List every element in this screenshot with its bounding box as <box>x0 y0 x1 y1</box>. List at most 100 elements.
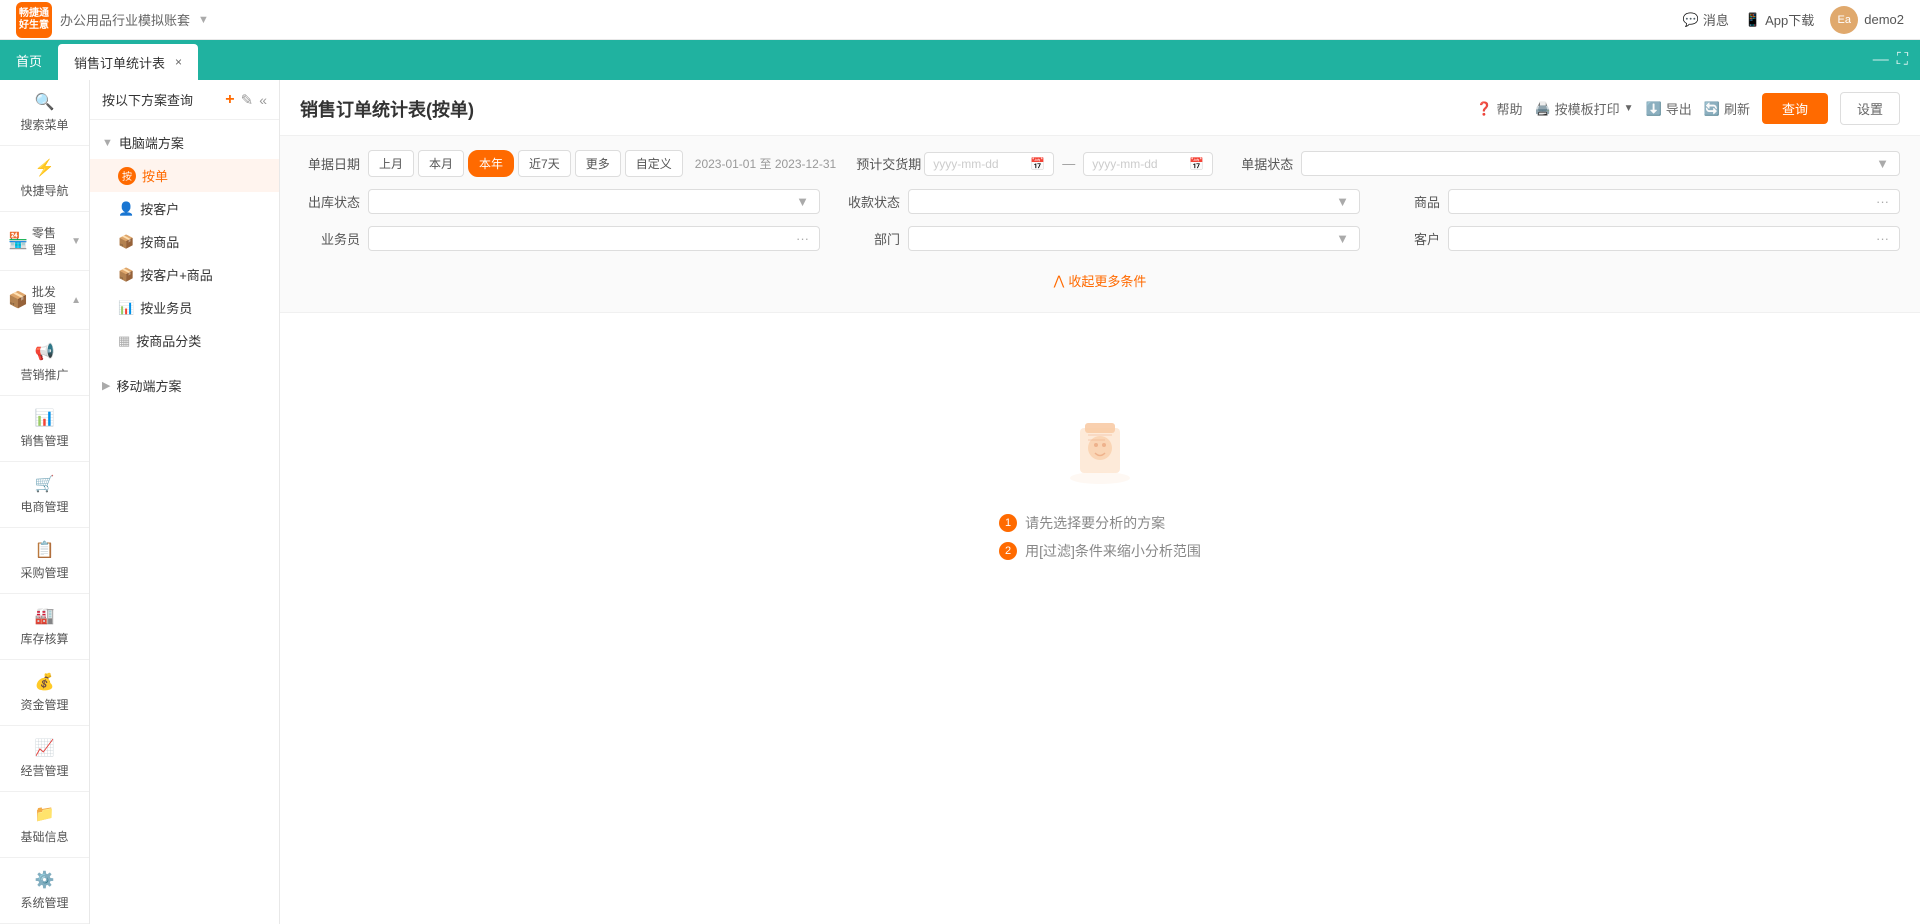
bill-status-select[interactable]: ▼ <box>1301 151 1900 176</box>
tab-bar-right: — ⛶ <box>1873 40 1920 80</box>
top-bar-title: 办公用品行业模拟账套 <box>60 10 190 29</box>
expected-date-start[interactable]: yyyy-mm-dd 📅 <box>924 152 1054 176</box>
add-scheme-btn[interactable]: + <box>225 91 234 109</box>
date-range-text: 2023-01-01 至 2023-12-31 <box>695 155 836 172</box>
inventory-icon: 🏭 <box>35 606 55 626</box>
app-download-btn[interactable]: 📱 App下载 <box>1745 10 1814 29</box>
export-icon: ⬇️ <box>1646 101 1662 117</box>
top-bar-right: 💬 消息 📱 App下载 Ea demo2 <box>1683 6 1904 34</box>
tree-node-by-goods[interactable]: 📦 按商品 <box>90 225 279 258</box>
refresh-btn[interactable]: 🔄 刷新 <box>1704 99 1750 118</box>
sidebar: 🔍 搜索菜单 ⚡ 快捷导航 🏪 零售管理 ▼ 📦 批发管理 ▲ 📢 营销推广 📊… <box>0 80 90 924</box>
tree-node-by-category[interactable]: ▦ 按商品分类 <box>90 324 279 357</box>
receipt-status-arrow: ▼ <box>1336 194 1349 209</box>
export-btn[interactable]: ⬇️ 导出 <box>1646 99 1692 118</box>
sidebar-item-inventory[interactable]: 🏭 库存核算 <box>0 594 89 660</box>
goods-input[interactable]: ··· <box>1448 189 1900 214</box>
customer-input[interactable]: ··· <box>1448 226 1900 251</box>
date-separator: — <box>1062 156 1075 171</box>
purchase-icon: 📋 <box>35 540 55 560</box>
dept-select[interactable]: ▼ <box>908 226 1360 251</box>
empty-state: 1 请先选择要分析的方案 2 用[过滤]条件来缩小分析范围 <box>280 313 1920 641</box>
salesman-more-icon: ··· <box>796 231 809 246</box>
empty-tip-1: 1 请先选择要分析的方案 <box>999 513 1201 533</box>
setting-btn[interactable]: 设置 <box>1840 92 1900 125</box>
sidebar-item-system[interactable]: ⚙️ 系统管理 <box>0 858 89 924</box>
search-btn[interactable]: 查询 <box>1762 93 1828 124</box>
expected-date-end[interactable]: yyyy-mm-dd 📅 <box>1083 152 1213 176</box>
filter-col-expected-date: 预计交货期 yyyy-mm-dd 📅 — yyyy-mm-dd 📅 <box>856 152 1213 176</box>
date-btn-this-year[interactable]: 本年 <box>468 150 514 177</box>
tab-maximize-icon[interactable]: ⛶ <box>1897 51 1908 69</box>
tab-sales-order[interactable]: 销售订单统计表 × <box>58 44 198 80</box>
tree-node-pc[interactable]: ▼ 电脑端方案 <box>90 126 279 159</box>
retail-icon: 🏪 <box>8 231 28 251</box>
date-btn-this-month[interactable]: 本月 <box>418 150 464 177</box>
print-btn[interactable]: 🖨️ 按模板打印 ▼ <box>1534 99 1633 118</box>
left-panel-header: 按以下方案查询 + ✎ « <box>90 80 279 120</box>
sidebar-item-retail[interactable]: 🏪 零售管理 ▼ <box>0 212 89 271</box>
marketing-icon: 📢 <box>35 342 55 362</box>
user-avatar-btn[interactable]: Ea demo2 <box>1830 6 1904 34</box>
tab-bar: 首页 销售订单统计表 × — ⛶ <box>0 40 1920 80</box>
dept-arrow: ▼ <box>1336 231 1349 246</box>
ship-status-label: 出库状态 <box>300 192 360 211</box>
collapse-panel-btn[interactable]: « <box>259 92 267 108</box>
calendar-icon-2: 📅 <box>1189 157 1204 171</box>
collapse-icon: ⋀ <box>1054 273 1065 289</box>
date-btn-7days[interactable]: 近7天 <box>518 150 571 177</box>
content-area: 销售订单统计表(按单) ❓ 帮助 🖨️ 按模板打印 ▼ ⬇️ 导出 🔄 刷新 <box>280 80 1920 924</box>
sidebar-item-operation[interactable]: 📈 经营管理 <box>0 726 89 792</box>
sidebar-item-finance[interactable]: 💰 资金管理 <box>0 660 89 726</box>
filter-col-customer: 客户 ··· <box>1380 226 1900 251</box>
filter-col-dept: 部门 ▼ <box>840 226 1360 251</box>
goods-label: 商品 <box>1380 192 1440 211</box>
receipt-status-select[interactable]: ▼ <box>908 189 1360 214</box>
sidebar-item-search[interactable]: 🔍 搜索菜单 <box>0 80 89 146</box>
filter-col-ship-status: 出库状态 ▼ <box>300 189 820 214</box>
sidebar-item-marketing[interactable]: 📢 营销推广 <box>0 330 89 396</box>
tree-expand-icon: ▼ <box>102 137 113 149</box>
tab-minimize-icon[interactable]: — <box>1873 51 1889 69</box>
sidebar-item-quick-nav[interactable]: ⚡ 快捷导航 <box>0 146 89 212</box>
date-btn-custom[interactable]: 自定义 <box>625 150 683 177</box>
system-icon: ⚙️ <box>35 870 55 890</box>
top-title-arrow[interactable]: ▼ <box>198 14 209 26</box>
tab-close-btn[interactable]: × <box>175 55 182 69</box>
tree-node-by-salesman[interactable]: 📊 按业务员 <box>90 291 279 324</box>
tree-node-by-bill[interactable]: 按 按单 <box>90 159 279 192</box>
date-btn-more[interactable]: 更多 <box>575 150 621 177</box>
message-btn[interactable]: 💬 消息 <box>1683 10 1729 29</box>
tree-node-by-customer[interactable]: 👤 按客户 <box>90 192 279 225</box>
wholesale-arrow: ▲ <box>71 295 81 306</box>
sidebar-item-basic[interactable]: 📁 基础信息 <box>0 792 89 858</box>
filter-col-salesman: 业务员 ··· <box>300 226 820 251</box>
help-btn[interactable]: ❓ 帮助 <box>1476 99 1522 118</box>
bill-status-label: 单据状态 <box>1233 154 1293 173</box>
edit-scheme-btn[interactable]: ✎ <box>241 91 254 109</box>
avatar: Ea <box>1830 6 1858 34</box>
filter-col-date: 单据日期 上月 本月 本年 近7天 更多 自定义 2023-01-01 至 20… <box>300 150 836 177</box>
calendar-icon-1: 📅 <box>1030 157 1045 171</box>
sidebar-item-purchase[interactable]: 📋 采购管理 <box>0 528 89 594</box>
tab-home[interactable]: 首页 <box>0 40 58 80</box>
tree-node-mobile[interactable]: ▶ 移动端方案 <box>90 369 279 402</box>
tree-node-by-customer-goods[interactable]: 📦 按客户+商品 <box>90 258 279 291</box>
category-node-icon: ▦ <box>118 333 130 349</box>
sidebar-item-wholesale[interactable]: 📦 批发管理 ▲ <box>0 271 89 330</box>
collapse-more-btn[interactable]: ⋀ 收起更多条件 <box>300 263 1900 298</box>
sidebar-item-sales[interactable]: 📊 销售管理 <box>0 396 89 462</box>
quick-nav-icon: ⚡ <box>35 158 55 178</box>
expected-date-label: 预计交货期 <box>856 154 916 173</box>
goods-node-icon: 📦 <box>118 234 134 250</box>
ship-status-select[interactable]: ▼ <box>368 189 820 214</box>
ecommerce-icon: 🛒 <box>35 474 55 494</box>
filter-col-receipt-status: 收款状态 ▼ <box>840 189 1360 214</box>
top-bar: 畅捷通好生意 办公用品行业模拟账套 ▼ 💬 消息 📱 App下载 Ea demo… <box>0 0 1920 40</box>
page-title: 销售订单统计表(按单) <box>300 96 474 122</box>
salesman-input[interactable]: ··· <box>368 226 820 251</box>
date-btn-last-month[interactable]: 上月 <box>368 150 414 177</box>
download-icon: 📱 <box>1745 12 1761 28</box>
sidebar-item-ecommerce[interactable]: 🛒 电商管理 <box>0 462 89 528</box>
customer-label: 客户 <box>1380 229 1440 248</box>
